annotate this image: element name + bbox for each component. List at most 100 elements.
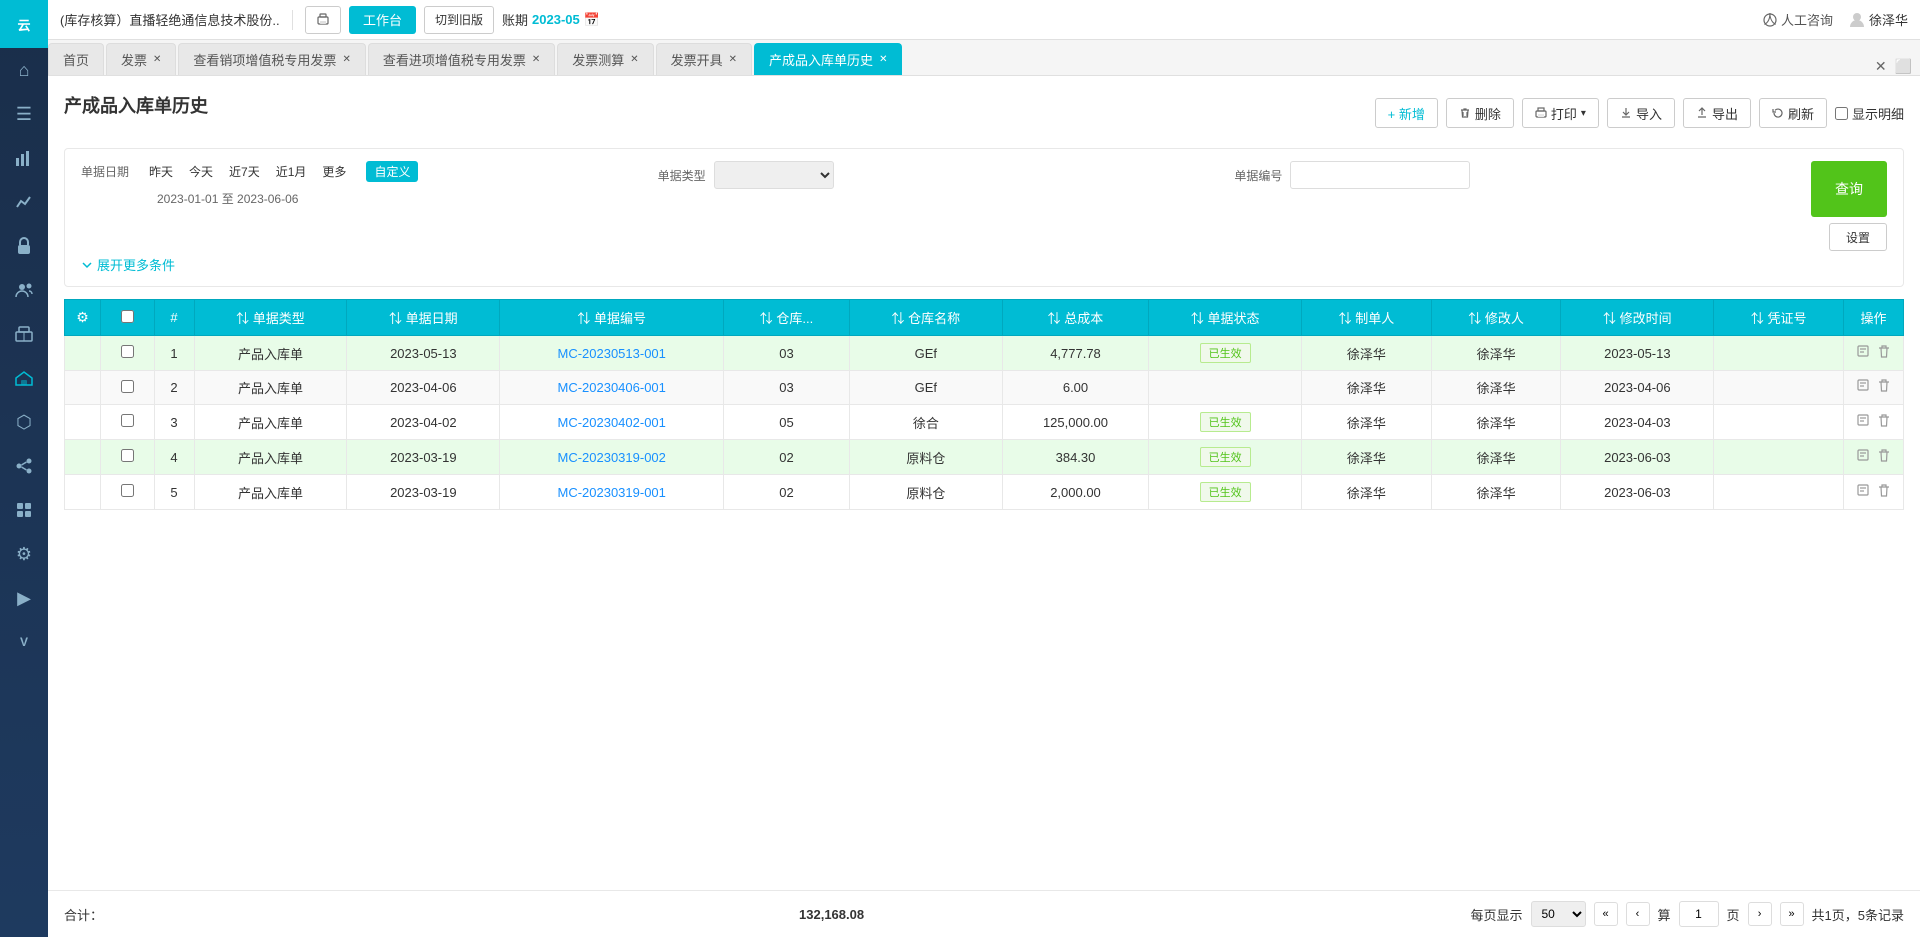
th-modify-time[interactable]: ⇅ 修改时间: [1561, 300, 1714, 336]
tab-invoice-close[interactable]: ✕: [153, 54, 161, 65]
print-btn-topbar[interactable]: [305, 6, 341, 34]
print-button[interactable]: 打印 ▾: [1522, 98, 1599, 128]
tab-open-invoice[interactable]: 发票开具 ✕: [656, 43, 752, 75]
sidebar-item-analytics[interactable]: [0, 180, 48, 224]
row-checkbox[interactable]: [121, 414, 134, 427]
th-warehouse-name[interactable]: ⇅ 仓库名称: [849, 300, 1002, 336]
prev-page-btn[interactable]: ‹: [1626, 902, 1650, 926]
filter-number-input[interactable]: [1290, 161, 1470, 189]
last-page-btn[interactable]: »: [1780, 902, 1804, 926]
sidebar-item-docs[interactable]: ☰: [0, 92, 48, 136]
row-checkbox-cell[interactable]: [101, 405, 155, 440]
new-button[interactable]: + 新增: [1375, 98, 1438, 128]
sidebar-item-home[interactable]: ⌂: [0, 48, 48, 92]
row-checkbox[interactable]: [121, 345, 134, 358]
row-delete-icon[interactable]: [1876, 344, 1892, 364]
tab-invoice[interactable]: 发票 ✕: [106, 43, 176, 75]
row-checkbox[interactable]: [121, 380, 134, 393]
expand-icon[interactable]: ⬜: [1895, 58, 1912, 75]
row-number[interactable]: MC-20230513-001: [500, 336, 724, 371]
tab-open-invoice-close[interactable]: ✕: [729, 54, 737, 65]
tab-product-history[interactable]: 产成品入库单历史 ✕: [754, 43, 902, 75]
page-input[interactable]: [1679, 901, 1719, 927]
tab-calc-close[interactable]: ✕: [630, 54, 638, 65]
th-date[interactable]: ⇅ 单据日期: [347, 300, 500, 336]
row-edit-icon[interactable]: [1855, 378, 1877, 398]
search-button[interactable]: 查询: [1811, 161, 1887, 217]
switch-old-btn[interactable]: 切到旧版: [424, 6, 494, 34]
th-status[interactable]: ⇅ 单据状态: [1149, 300, 1302, 336]
tab-check-sales[interactable]: 查看销项增值税专用发票 ✕: [178, 43, 365, 75]
row-checkbox-cell[interactable]: [101, 440, 155, 475]
row-number[interactable]: MC-20230319-002: [500, 440, 724, 475]
filter-7days[interactable]: 近7天: [225, 161, 264, 182]
row-delete-icon[interactable]: [1876, 483, 1892, 503]
page-size-select[interactable]: 50 100 200: [1531, 901, 1586, 927]
row-number[interactable]: MC-20230402-001: [500, 405, 724, 440]
company-name[interactable]: (库存核算）直播轻绝通信息技术股份... ▾: [60, 10, 280, 29]
th-number[interactable]: ⇅ 单据编号: [500, 300, 724, 336]
sidebar-item-stamp[interactable]: ⬡: [0, 400, 48, 444]
row-number[interactable]: MC-20230319-001: [500, 475, 724, 510]
row-checkbox-cell[interactable]: [101, 336, 155, 371]
tab-check-purchase[interactable]: 查看进项增值税专用发票 ✕: [368, 43, 555, 75]
sidebar-item-version[interactable]: V: [0, 620, 48, 664]
tab-check-sales-close[interactable]: ✕: [342, 54, 350, 65]
refresh-button[interactable]: 刷新: [1759, 98, 1827, 128]
select-all-checkbox[interactable]: [121, 310, 134, 323]
row-delete-icon[interactable]: [1876, 378, 1892, 398]
row-edit-icon[interactable]: [1855, 448, 1877, 468]
filter-custom-btn[interactable]: 自定义: [366, 161, 418, 182]
filter-more[interactable]: 更多: [318, 161, 350, 182]
th-voucher[interactable]: ⇅ 凭证号: [1714, 300, 1844, 336]
tab-home[interactable]: 首页: [48, 43, 104, 75]
tab-calc[interactable]: 发票测算 ✕: [557, 43, 653, 75]
filter-today[interactable]: 今天: [185, 161, 217, 182]
row-delete-icon[interactable]: [1876, 413, 1892, 433]
print-dropdown-icon[interactable]: ▾: [1581, 108, 1586, 119]
row-number[interactable]: MC-20230406-001: [500, 371, 724, 405]
settings-icon[interactable]: ⚙: [76, 309, 89, 325]
next-page-btn[interactable]: ›: [1748, 902, 1772, 926]
row-edit-icon[interactable]: [1855, 483, 1877, 503]
row-checkbox[interactable]: [121, 449, 134, 462]
filter-expand[interactable]: 展开更多条件: [81, 255, 1887, 274]
th-checkbox[interactable]: [101, 300, 155, 336]
user-info[interactable]: 徐泽华: [1849, 10, 1908, 29]
sidebar-item-warehousing[interactable]: [0, 356, 48, 400]
sidebar-item-app[interactable]: [0, 488, 48, 532]
ai-service[interactable]: 人 人工咨询: [1763, 10, 1833, 29]
th-modifier[interactable]: ⇅ 修改人: [1431, 300, 1561, 336]
period-calendar-icon[interactable]: 📅: [584, 12, 600, 28]
sidebar-item-contacts[interactable]: [0, 268, 48, 312]
tab-check-purchase-close[interactable]: ✕: [532, 54, 540, 65]
filter-type-select[interactable]: 产品入库单: [714, 161, 834, 189]
sidebar-item-video[interactable]: ▶: [0, 576, 48, 620]
delete-button[interactable]: 删除: [1446, 98, 1514, 128]
th-creator[interactable]: ⇅ 制单人: [1302, 300, 1432, 336]
import-button[interactable]: 导入: [1607, 98, 1675, 128]
sidebar-item-inventory[interactable]: [0, 312, 48, 356]
row-checkbox-cell[interactable]: [101, 371, 155, 405]
row-checkbox[interactable]: [121, 484, 134, 497]
reset-button[interactable]: 设置: [1829, 223, 1887, 251]
first-page-btn[interactable]: «: [1594, 902, 1618, 926]
show-desc-checkbox[interactable]: [1835, 107, 1848, 120]
row-edit-icon[interactable]: [1855, 413, 1877, 433]
row-delete-icon[interactable]: [1876, 448, 1892, 468]
row-checkbox-cell[interactable]: [101, 475, 155, 510]
th-settings[interactable]: ⚙: [65, 300, 101, 336]
filter-yesterday[interactable]: 昨天: [145, 161, 177, 182]
workspace-button[interactable]: 工作台: [349, 6, 416, 34]
tab-product-history-close[interactable]: ✕: [879, 54, 887, 65]
sidebar-item-lock[interactable]: [0, 224, 48, 268]
th-total-cost[interactable]: ⇅ 总成本: [1002, 300, 1149, 336]
sidebar-item-workflow[interactable]: [0, 444, 48, 488]
export-button[interactable]: 导出: [1683, 98, 1751, 128]
th-warehouse-code[interactable]: ⇅ 仓库...: [724, 300, 850, 336]
row-edit-icon[interactable]: [1855, 344, 1877, 364]
filter-1month[interactable]: 近1月: [272, 161, 311, 182]
sidebar-item-chart[interactable]: [0, 136, 48, 180]
close-all-icon[interactable]: ✕: [1875, 58, 1887, 75]
sidebar-item-settings[interactable]: ⚙: [0, 532, 48, 576]
